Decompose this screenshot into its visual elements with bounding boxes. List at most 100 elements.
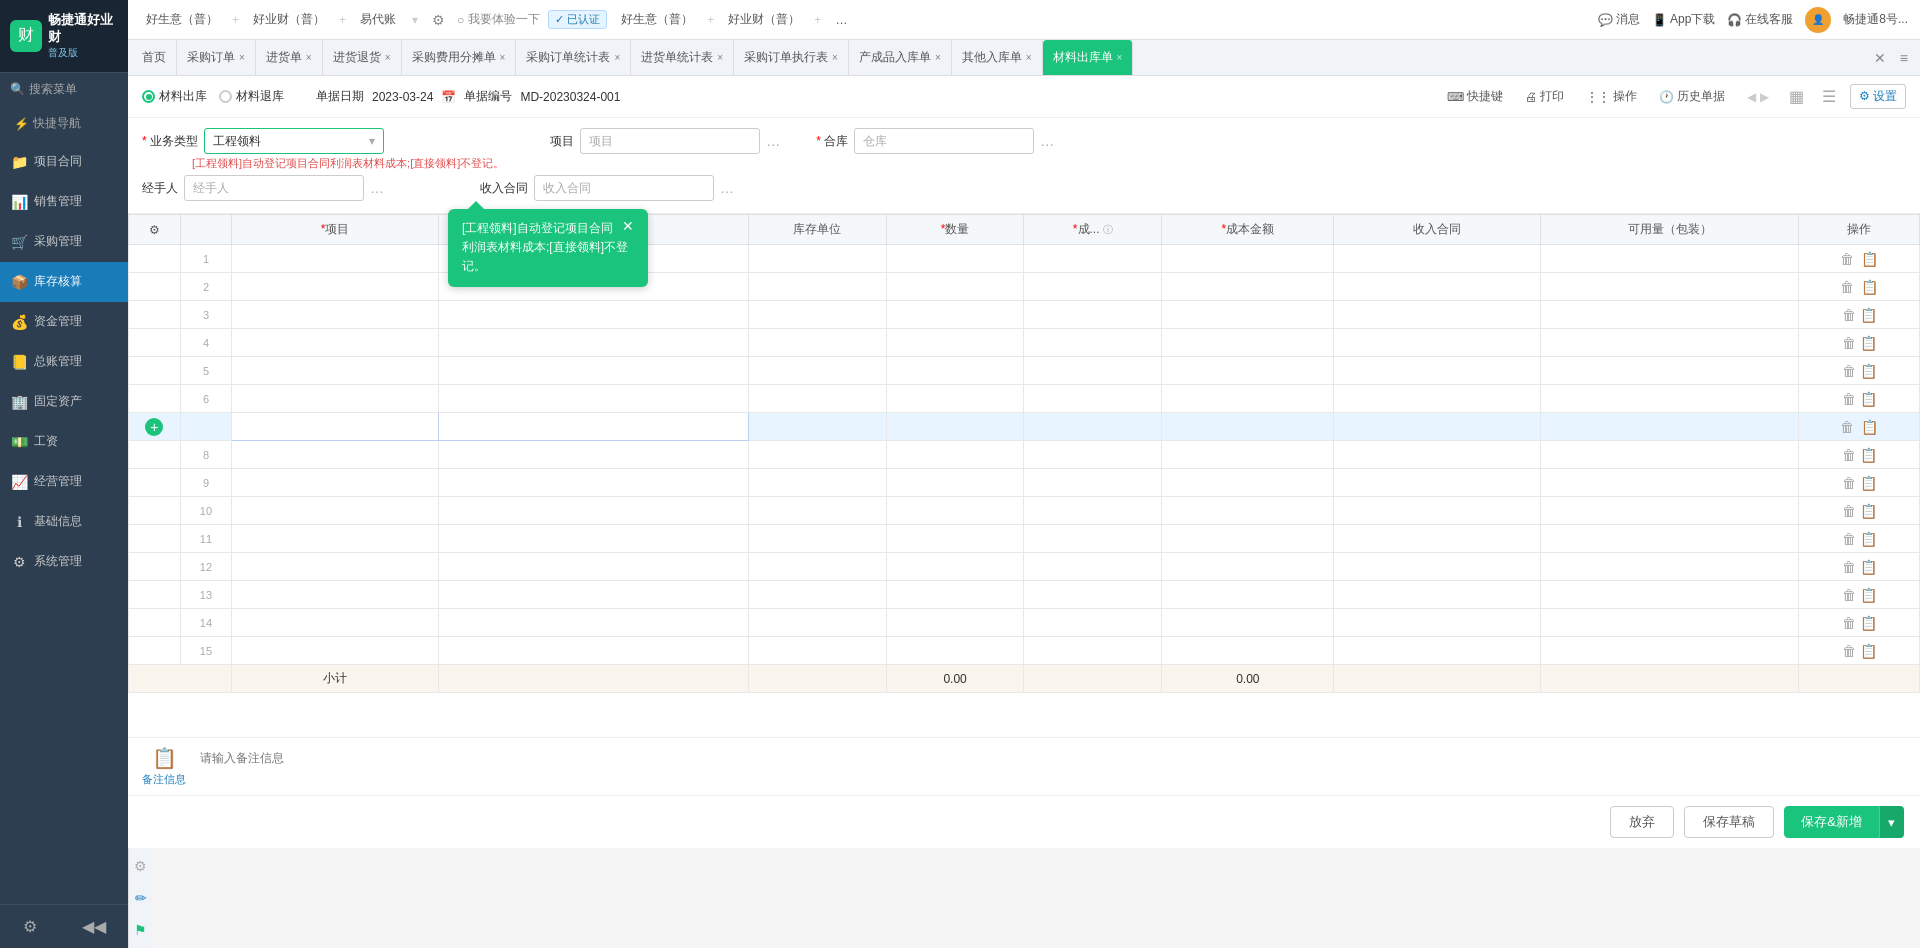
row-qty-2[interactable] <box>886 273 1024 301</box>
tooltip-close-btn[interactable]: ✕ <box>622 219 634 233</box>
biz-type-input[interactable]: 工程领料 ▾ <box>204 128 384 154</box>
topbar-nav-more[interactable]: … <box>829 13 853 27</box>
tab-incoming-stat[interactable]: 进货单统计表 × <box>631 40 734 76</box>
row-copy-10[interactable]: 📋 <box>1858 503 1879 519</box>
save-new-main-button[interactable]: 保存&新增 <box>1784 806 1879 838</box>
sidebar-item-purchase[interactable]: 🛒 采购管理 <box>0 222 128 262</box>
row-copy-7[interactable]: 📋 <box>1859 419 1880 435</box>
tab-purchase-exec-close[interactable]: × <box>832 52 838 63</box>
save-draft-button[interactable]: 保存草稿 <box>1684 806 1774 838</box>
handler-more-icon[interactable]: … <box>370 180 384 196</box>
user-avatar[interactable]: 👤 <box>1805 7 1831 33</box>
tab-purchase-stat-close[interactable]: × <box>614 52 620 63</box>
row-copy-9[interactable]: 📋 <box>1858 475 1879 491</box>
sidebar-item-ops-mgmt[interactable]: 📈 经营管理 <box>0 462 128 502</box>
ops-btn[interactable]: ⋮⋮ 操作 <box>1580 85 1643 108</box>
page-settings-btn[interactable]: ⚙ 设置 <box>1850 84 1906 109</box>
active-row-goods[interactable] <box>438 413 748 441</box>
active-row-project[interactable] <box>232 413 439 441</box>
row-delete-1[interactable]: 🗑 <box>1838 251 1856 267</box>
topbar-gear-icon[interactable]: ⚙ <box>432 12 445 28</box>
row-delete-2[interactable]: 🗑 <box>1838 279 1856 295</box>
grid-view-icon[interactable]: ▦ <box>1785 85 1808 108</box>
add-row-btn[interactable]: + <box>145 418 163 436</box>
radio-material-outbound[interactable]: 材料出库 <box>142 88 207 105</box>
print-btn[interactable]: 🖨 打印 <box>1519 85 1570 108</box>
calendar-icon[interactable]: 📅 <box>441 90 456 104</box>
notes-icon-area[interactable]: 📋 备注信息 <box>142 746 186 787</box>
row-project-2[interactable] <box>232 273 439 301</box>
row-delete-6[interactable]: 🗑 <box>1840 391 1858 407</box>
list-view-icon[interactable]: ☰ <box>1818 85 1840 108</box>
tab-material-outbound-close[interactable]: × <box>1117 52 1123 63</box>
row-delete-3[interactable]: 🗑 <box>1840 307 1858 323</box>
row-copy-8[interactable]: 📋 <box>1858 447 1879 463</box>
sidebar-item-sales[interactable]: 📊 销售管理 <box>0 182 128 222</box>
tab-purchase-order-close[interactable]: × <box>239 52 245 63</box>
project-more-icon[interactable]: … <box>766 133 780 149</box>
right-panel-flag-icon[interactable]: ⚑ <box>130 918 151 942</box>
income-contract-more-icon[interactable]: … <box>720 180 734 196</box>
topbar-username[interactable]: 畅捷通8号... <box>1843 11 1908 28</box>
right-panel-settings-icon[interactable]: ⚙ <box>130 854 151 878</box>
topbar-nav-good-finance[interactable]: 好业财（普） <box>247 11 331 28</box>
sidebar-item-quick-nav[interactable]: ⚡ 快捷导航 <box>0 106 128 142</box>
row-delete-13[interactable]: 🗑 <box>1840 587 1858 603</box>
tab-product-stock-close[interactable]: × <box>935 52 941 63</box>
notes-textarea[interactable] <box>196 746 1906 782</box>
income-contract-input[interactable]: 收入合同 <box>534 175 714 201</box>
warehouse-input[interactable]: 仓库 <box>854 128 1034 154</box>
row-delete-5[interactable]: 🗑 <box>1840 363 1858 379</box>
row-copy-12[interactable]: 📋 <box>1858 559 1879 575</box>
shortcut-btn[interactable]: ⌨ 快捷键 <box>1441 85 1509 108</box>
tab-purchase-order[interactable]: 采购订单 × <box>177 40 256 76</box>
collapse-icon[interactable]: ◀◀ <box>74 913 114 940</box>
sidebar-item-ledger[interactable]: 📒 总账管理 <box>0 342 128 382</box>
tab-purchase-fee-close[interactable]: × <box>500 52 506 63</box>
tab-other-stock[interactable]: 其他入库单 × <box>952 40 1043 76</box>
handler-input[interactable]: 经手人 <box>184 175 364 201</box>
row-delete-11[interactable]: 🗑 <box>1840 531 1858 547</box>
topbar-app-download-btn[interactable]: 📱 App下载 <box>1652 11 1715 28</box>
radio-material-return[interactable]: 材料退库 <box>219 88 284 105</box>
row-project-1[interactable] <box>232 245 439 273</box>
tab-purchase-stat[interactable]: 采购订单统计表 × <box>516 40 631 76</box>
row-delete-9[interactable]: 🗑 <box>1840 475 1858 491</box>
row-copy-11[interactable]: 📋 <box>1858 531 1879 547</box>
sidebar-item-salary[interactable]: 💵 工资 <box>0 422 128 462</box>
tab-incoming-stat-close[interactable]: × <box>717 52 723 63</box>
warehouse-more-icon[interactable]: … <box>1040 133 1054 149</box>
tab-incoming-close[interactable]: × <box>306 52 312 63</box>
topbar-trial[interactable]: ○ 我要体验一下 <box>457 11 540 28</box>
topbar-nav-good-biz[interactable]: 好生意（普） <box>140 11 224 28</box>
row-delete-8[interactable]: 🗑 <box>1840 447 1858 463</box>
sidebar-item-system[interactable]: ⚙ 系统管理 <box>0 542 128 582</box>
col-gear[interactable]: ⚙ <box>129 215 181 245</box>
row-copy-13[interactable]: 📋 <box>1858 587 1879 603</box>
tab-incoming-return-close[interactable]: × <box>385 52 391 63</box>
topbar-verified-badge[interactable]: ✓ 已认证 <box>548 10 607 29</box>
tab-incoming[interactable]: 进货单 × <box>256 40 323 76</box>
row-cost-1[interactable] <box>1024 245 1162 273</box>
tab-other-stock-close[interactable]: × <box>1026 52 1032 63</box>
topbar-nav-agent[interactable]: 易代账 <box>354 11 402 28</box>
row-delete-10[interactable]: 🗑 <box>1840 503 1858 519</box>
tab-purchase-fee[interactable]: 采购费用分摊单 × <box>402 40 517 76</box>
project-input[interactable]: 项目 <box>580 128 760 154</box>
tab-material-outbound[interactable]: 材料出库单 × <box>1043 40 1134 76</box>
tab-list-btn[interactable]: ≡ <box>1896 48 1912 68</box>
sidebar-item-inventory[interactable]: 📦 库存核算 <box>0 262 128 302</box>
row-delete-4[interactable]: 🗑 <box>1840 335 1858 351</box>
row-qty-1[interactable] <box>886 245 1024 273</box>
history-btn[interactable]: 🕐 历史单据 <box>1653 85 1731 108</box>
settings-gear-icon[interactable]: ⚙ <box>15 913 45 940</box>
topbar-service-btn[interactable]: 🎧 在线客服 <box>1727 11 1793 28</box>
discard-button[interactable]: 放弃 <box>1610 806 1674 838</box>
tab-home[interactable]: 首页 <box>132 40 177 76</box>
topbar-message-btn[interactable]: 💬 消息 <box>1598 11 1640 28</box>
row-delete-14[interactable]: 🗑 <box>1840 615 1858 631</box>
tab-close-all-btn[interactable]: ✕ <box>1870 48 1890 68</box>
sidebar-item-project-contract[interactable]: 📁 项目合同 <box>0 142 128 182</box>
row-income-contract-2[interactable] <box>1334 273 1541 301</box>
row-delete-7[interactable]: 🗑 <box>1838 419 1856 435</box>
